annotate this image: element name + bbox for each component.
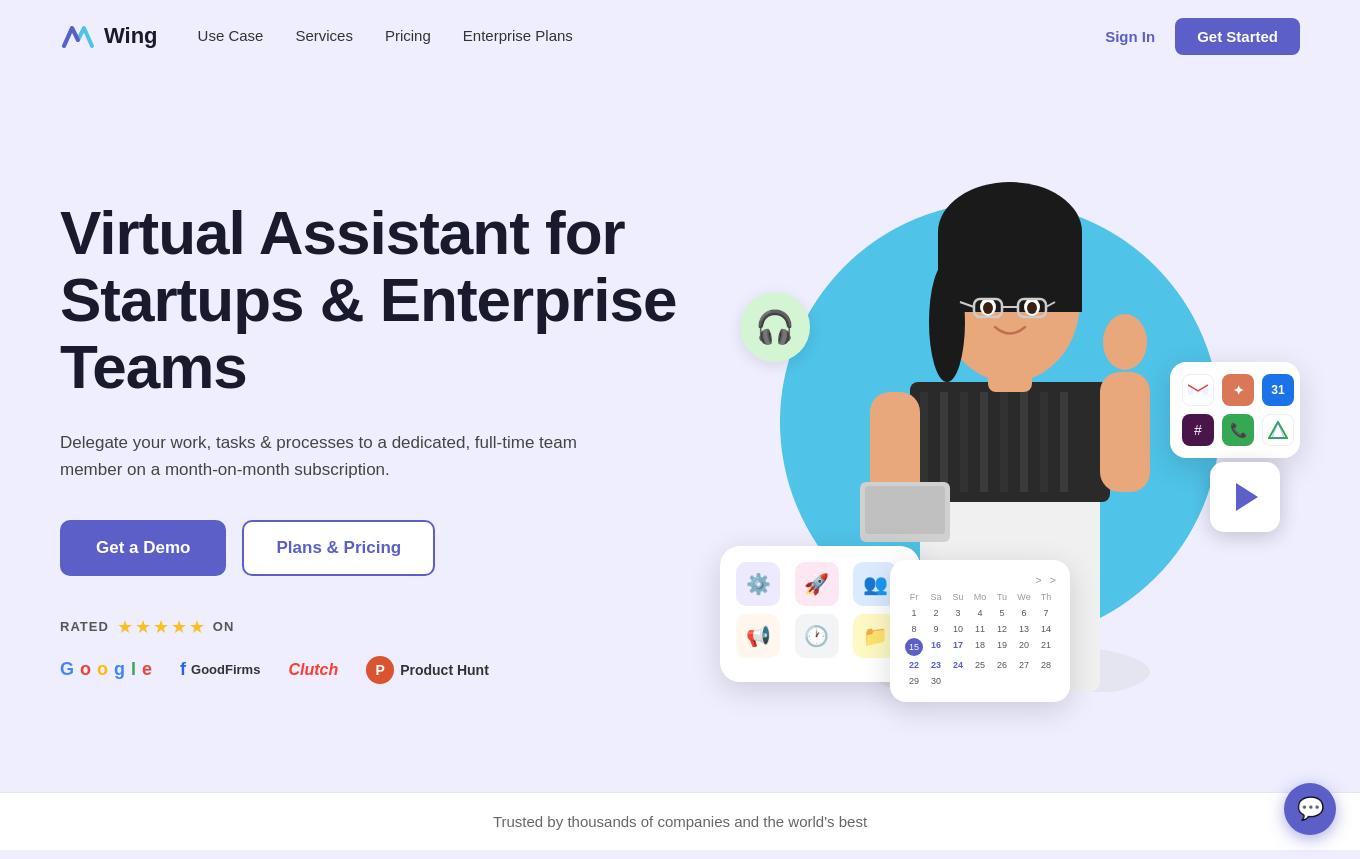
headset-icon: 🎧 [755,308,795,346]
chat-icon: 💬 [1297,796,1324,822]
cal-header: > > [904,574,1056,586]
google-l: l [131,659,136,680]
star-1: ★ [117,616,133,638]
plans-button[interactable]: Plans & Pricing [242,520,435,576]
svg-rect-9 [1040,392,1048,492]
hero-illustration: 🎧 [720,162,1300,722]
chat-bubble[interactable]: 💬 [1284,783,1336,835]
sign-in-button[interactable]: Sign In [1105,28,1155,45]
svg-point-15 [929,262,965,382]
goodfirms-icon: f [180,659,186,680]
svg-marker-31 [1269,422,1287,438]
nav-link-pricing[interactable]: Pricing [385,27,431,44]
producthunt-text: Product Hunt [400,662,489,678]
star-4: ★ [171,616,187,638]
svg-rect-7 [1000,392,1008,492]
producthunt-icon: P [366,656,394,684]
nav-link-usecase[interactable]: Use Case [198,27,264,44]
drive-icon [1262,414,1294,446]
clutch-logo: Clutch [288,661,338,679]
calendar-icon: 31 [1262,374,1294,406]
nav-links: Use Case Services Pricing Enterprise Pla… [198,27,573,45]
bottom-strip-text: Trusted by thousands of companies and th… [493,813,867,830]
cal-cells: 1 2 3 4 5 6 7 8 9 10 11 12 13 14 15 16 1… [904,606,1056,688]
nav-right: Sign In Get Started [1105,18,1300,55]
goodfirms-text: GoodFirms [191,662,260,677]
logo-text: Wing [104,23,158,49]
producthunt-logo: P Product Hunt [366,656,489,684]
cal-day-labels: Fr Sa Su Mo Tu We Th [904,592,1056,602]
nav-link-enterprise[interactable]: Enterprise Plans [463,27,573,44]
svg-rect-3 [920,392,928,492]
logo-icon [60,18,96,54]
google-g: G [60,659,74,680]
svg-rect-8 [1020,392,1028,492]
phone-icon: 📞 [1222,414,1254,446]
hero-subtitle: Delegate your work, tasks & processes to… [60,429,620,483]
svg-rect-5 [960,392,968,492]
goodfirms-logo: f GoodFirms [180,659,260,680]
calendar-widget: > > Fr Sa Su Mo Tu We Th 1 2 3 4 5 6 7 8 [890,560,1070,702]
svg-point-18 [983,302,993,314]
play-icon [1236,483,1258,511]
cal-arrow-right: > [1050,574,1056,586]
hero-buttons: Get a Demo Plans & Pricing [60,520,680,576]
widget-icon-4: 📢 [736,614,780,658]
google-o2: o [97,659,108,680]
slack-icon: # [1182,414,1214,446]
stars: ★ ★ ★ ★ ★ [117,616,205,638]
svg-point-19 [1027,302,1037,314]
svg-rect-26 [1100,372,1150,492]
svg-rect-28 [865,486,945,534]
google-e: e [142,659,152,680]
svg-rect-10 [1060,392,1068,492]
star-5: ★ [189,616,205,638]
play-button[interactable] [1210,462,1280,532]
google-logo: Google [60,659,152,680]
svg-rect-4 [940,392,948,492]
hero-content: Virtual Assistant for Startups & Enterpr… [60,200,680,683]
cal-arrow-left: > [1035,574,1041,586]
nav-link-services[interactable]: Services [295,27,353,44]
rating-row: RATED ★ ★ ★ ★ ★ ON [60,616,680,638]
get-started-button[interactable]: Get Started [1175,18,1300,55]
google-o: o [80,659,91,680]
app-icons-panel: ✦ 31 # 📞 [1170,362,1300,458]
widget-grid: ⚙️ 🚀 👥 📢 🕐 📁 [736,562,904,658]
rating-label: RATED [60,619,109,634]
claude-icon: ✦ [1222,374,1254,406]
bottom-strip: Trusted by thousands of companies and th… [0,792,1360,850]
widget-icon-5: 🕐 [795,614,839,658]
svg-point-29 [1103,314,1147,370]
google-g2: g [114,659,125,680]
nav-left: Wing Use Case Services Pricing Enterpris… [60,18,573,54]
star-3: ★ [153,616,169,638]
widget-icon-2: 🚀 [795,562,839,606]
logo[interactable]: Wing [60,18,158,54]
svg-rect-6 [980,392,988,492]
headset-bubble: 🎧 [740,292,810,362]
rating-on: ON [213,619,235,634]
partner-logos: Google f GoodFirms Clutch P Product Hunt [60,656,680,684]
demo-button[interactable]: Get a Demo [60,520,226,576]
star-2: ★ [135,616,151,638]
hero-title: Virtual Assistant for Startups & Enterpr… [60,200,680,401]
hero-section: Virtual Assistant for Startups & Enterpr… [0,72,1360,792]
navbar: Wing Use Case Services Pricing Enterpris… [0,0,1360,72]
widget-icon-1: ⚙️ [736,562,780,606]
gmail-icon [1182,374,1214,406]
